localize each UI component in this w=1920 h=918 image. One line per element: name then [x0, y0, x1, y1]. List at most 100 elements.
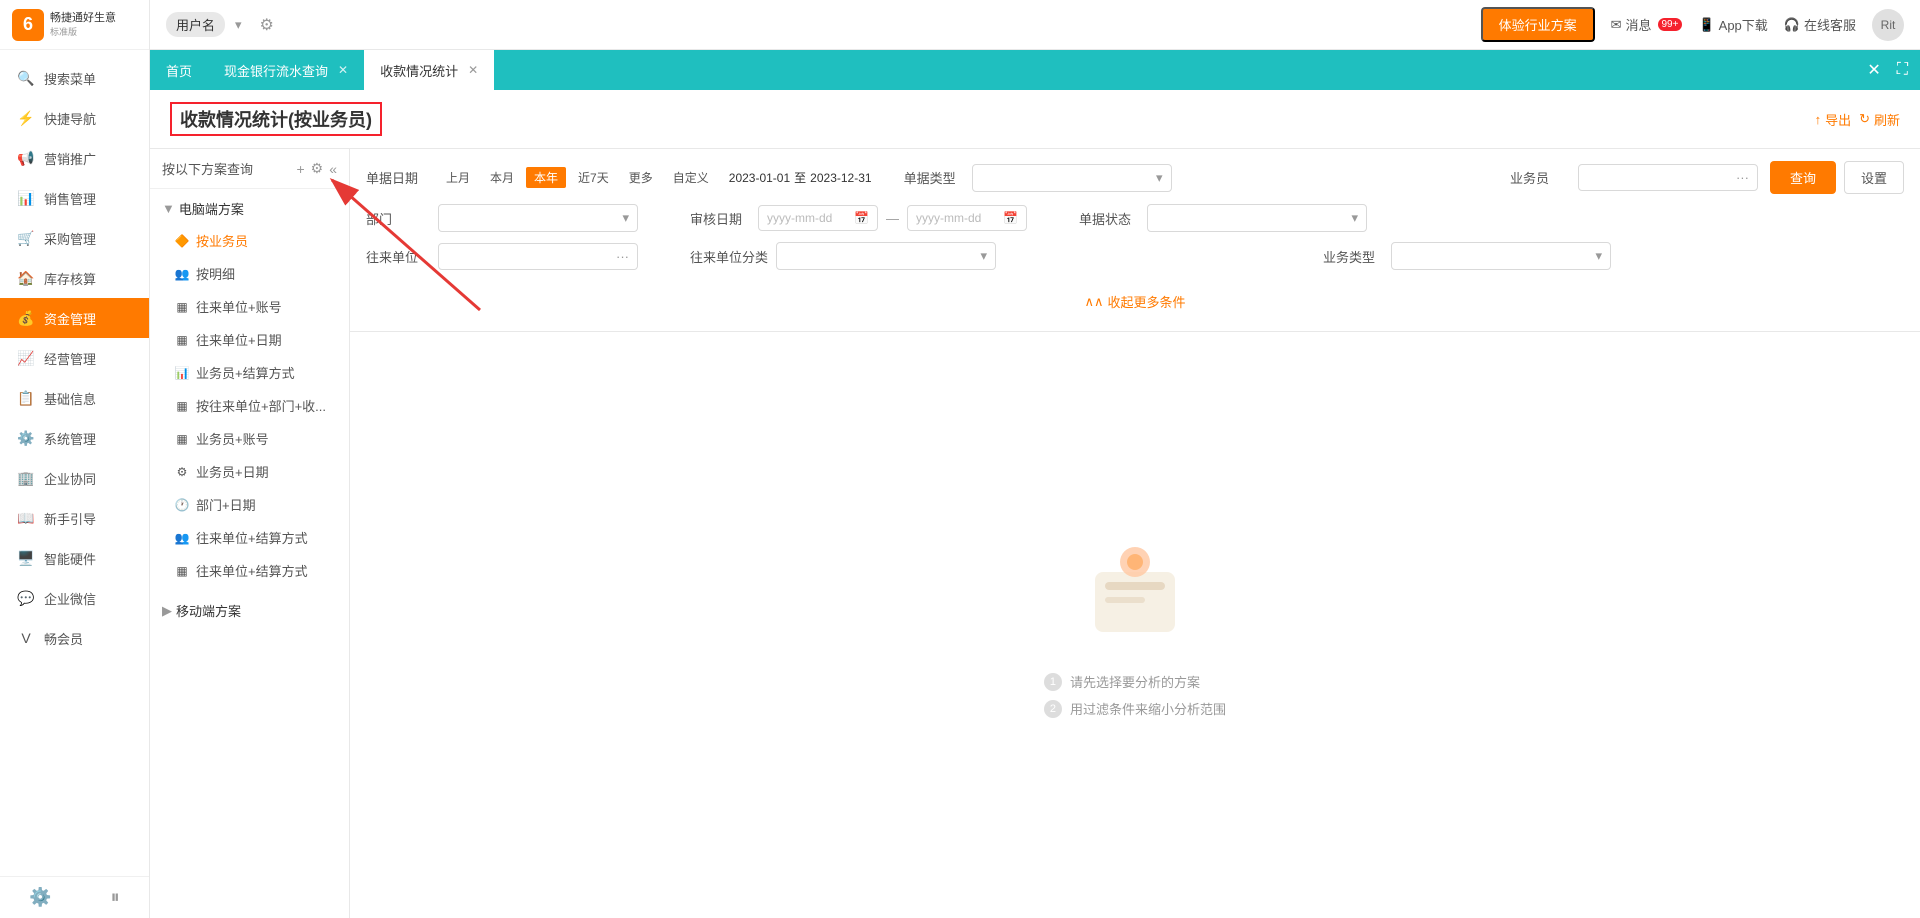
scheme-item-salesman-date[interactable]: ⚙ 业务员+日期 [150, 455, 349, 488]
tab-close-all[interactable]: ✕ [1863, 56, 1884, 84]
user-avatar[interactable]: Rit [1872, 9, 1904, 41]
voucher-type-field: 单据类型 ▾ [904, 164, 1498, 192]
tab-close-payment-stats[interactable]: ✕ [468, 63, 478, 77]
app-name: 畅捷通好生意 [50, 11, 116, 25]
scheme-item-partner-account[interactable]: ▦ 往来单位+账号 [150, 290, 349, 323]
sidebar-item-inventory[interactable]: 🏠 库存核算 [0, 258, 149, 298]
tip-number-2: 2 [1044, 700, 1062, 718]
collapse-panel-icon[interactable]: « [329, 161, 337, 177]
query-button[interactable]: 查询 [1770, 161, 1836, 194]
collapse-btn[interactable]: ∧∧ 收起更多条件 [1076, 284, 1193, 319]
chevron-down-icon: ▾ [1595, 248, 1602, 264]
scheme-item-salesman-settlement[interactable]: 📊 业务员+结算方式 [150, 356, 349, 389]
online-service-btn[interactable]: 🎧 在线客服 [1784, 15, 1856, 34]
scheme-item-partner-dept-recv[interactable]: ▦ 按往来单位+部门+收... [150, 389, 349, 422]
message-badge: 99+ [1658, 18, 1683, 31]
scheme-icon: ▦ [174, 431, 190, 447]
sidebar-item-hardware[interactable]: 🖥️ 智能硬件 [0, 538, 149, 578]
query-row-2: 部门 ▾ 审核日期 yyyy-mm-dd 📅 — [366, 204, 1904, 232]
partner-classification-select[interactable]: ▾ [776, 242, 996, 270]
add-scheme-icon[interactable]: + [296, 161, 304, 177]
partner-select[interactable]: ··· [438, 243, 638, 270]
sidebar-item-vip[interactable]: V 畅会员 [0, 618, 149, 658]
system-icon: ⚙️ [16, 428, 36, 448]
scheme-group-mobile-title[interactable]: ▶ 移动端方案 [150, 595, 349, 626]
sidebar-item-label: 智能硬件 [44, 549, 96, 568]
trial-button[interactable]: 体验行业方案 [1481, 7, 1595, 42]
business-type-select[interactable]: ▾ [1391, 242, 1611, 270]
date-tab-custom[interactable]: 自定义 [665, 167, 717, 188]
scheme-item-partner-settlement1[interactable]: 👥 往来单位+结算方式 [150, 521, 349, 554]
collapse-sidebar-icon[interactable]: ⏸ [111, 887, 120, 908]
scheme-group-desktop-title[interactable]: ▼ 电脑端方案 [150, 193, 349, 224]
partner-label: 往来单位 [366, 247, 426, 266]
scheme-item-partner-settlement2[interactable]: ▦ 往来单位+结算方式 [150, 554, 349, 587]
sidebar-item-label: 系统管理 [44, 429, 96, 448]
settings-bottom-icon[interactable]: ⚙️ [29, 887, 51, 908]
sidebar-item-label: 经营管理 [44, 349, 96, 368]
chevron-down-icon: ▾ [1156, 170, 1163, 186]
settings-button[interactable]: 设置 [1844, 161, 1904, 194]
date-tab-7days[interactable]: 近7天 [570, 167, 617, 188]
salesman-select[interactable]: ··· [1578, 164, 1758, 191]
query-row-3: 往来单位 ··· 往来单位分类 ▾ [366, 242, 1904, 270]
right-panel: 单据日期 上月 本月 本年 近7天 更多 自定义 2023-01-01 至 [350, 149, 1920, 918]
scheme-icon: ▦ [174, 563, 190, 579]
tab-maximize[interactable]: ⛶ [1893, 57, 1912, 83]
scheme-item-by-salesman[interactable]: 🔶 按业务员 [150, 224, 349, 257]
quicknav-icon: ⚡ [16, 108, 36, 128]
app-download-btn[interactable]: 📱 App下载 [1698, 15, 1767, 34]
scheme-item-dept-date[interactable]: 🕐 部门+日期 [150, 488, 349, 521]
date-tab-this-month[interactable]: 本月 [482, 167, 522, 188]
sidebar-item-label: 基础信息 [44, 389, 96, 408]
scheme-settings-icon[interactable]: ⚙ [311, 160, 324, 177]
sidebar-item-sales[interactable]: 📊 销售管理 [0, 178, 149, 218]
date-tab-more[interactable]: 更多 [621, 167, 661, 188]
scheme-item-partner-date[interactable]: ▦ 往来单位+日期 [150, 323, 349, 356]
department-select[interactable]: ▾ [438, 204, 638, 232]
refresh-btn[interactable]: ↻ 刷新 [1859, 110, 1900, 129]
voucher-type-select[interactable]: ▾ [972, 164, 1172, 192]
export-btn[interactable]: ↑ 导出 [1815, 110, 1852, 129]
sidebar-item-operation[interactable]: 📈 经营管理 [0, 338, 149, 378]
sidebar-item-guide[interactable]: 📖 新手引导 [0, 498, 149, 538]
empty-state: 1 请先选择要分析的方案 2 用过滤条件来缩小分析范围 [350, 332, 1920, 918]
scheme-item-salesman-account[interactable]: ▦ 业务员+账号 [150, 422, 349, 455]
message-btn[interactable]: ✉ 消息 99+ [1611, 15, 1683, 34]
tab-bank-flow[interactable]: 现金银行流水查询 ✕ [208, 50, 364, 90]
sidebar-item-basic-info[interactable]: 📋 基础信息 [0, 378, 149, 418]
date-tabs: 上月 本月 本年 近7天 更多 自定义 [438, 167, 717, 188]
empty-tip-1: 1 请先选择要分析的方案 [1044, 672, 1226, 691]
sidebar-item-purchase[interactable]: 🛒 采购管理 [0, 218, 149, 258]
review-date-end[interactable]: yyyy-mm-dd 📅 [907, 205, 1027, 231]
sidebar-item-system[interactable]: ⚙️ 系统管理 [0, 418, 149, 458]
sidebar-item-wechat[interactable]: 💬 企业微信 [0, 578, 149, 618]
sidebar-item-quick-nav[interactable]: ⚡ 快捷导航 [0, 98, 149, 138]
scheme-icon: ▦ [174, 398, 190, 414]
sidebar-item-label: 营销推广 [44, 149, 96, 168]
scheme-icon: ⚙ [174, 464, 190, 480]
collapse-area: ∧∧ 收起更多条件 [366, 280, 1904, 319]
date-tab-last-month[interactable]: 上月 [438, 167, 478, 188]
sidebar-item-search[interactable]: 🔍 搜索菜单 [0, 58, 149, 98]
dropdown-icon[interactable]: ▾ [235, 17, 242, 33]
sidebar: 6 畅捷通好生意 标准版 🔍 搜索菜单 ⚡ 快捷导航 📢 营销推广 📊 销售管理… [0, 0, 150, 918]
salesman-field: 业务员 ··· [1510, 164, 1758, 191]
topbar-settings-icon[interactable]: ⚙ [260, 15, 274, 35]
query-actions: 查询 设置 [1770, 161, 1904, 194]
scheme-item-detail[interactable]: 👥 按明细 [150, 257, 349, 290]
tab-payment-stats[interactable]: 收款情况统计 ✕ [364, 50, 494, 90]
sidebar-item-enterprise[interactable]: 🏢 企业协同 [0, 458, 149, 498]
voucher-status-select[interactable]: ▾ [1147, 204, 1367, 232]
sidebar-item-finance[interactable]: 💰 资金管理 [0, 298, 149, 338]
tab-home[interactable]: 首页 [150, 50, 208, 90]
inventory-icon: 🏠 [16, 268, 36, 288]
date-tab-this-year[interactable]: 本年 [526, 167, 566, 188]
review-date-start[interactable]: yyyy-mm-dd 📅 [758, 205, 878, 231]
content-body: 按以下方案查询 + ⚙ « ▼ 电脑端方案 🔶 按业务员 [150, 149, 1920, 918]
tabbar: 首页 现金银行流水查询 ✕ 收款情况统计 ✕ ✕ ⛶ [150, 50, 1920, 90]
date-end: 2023-12-31 [810, 171, 871, 185]
sidebar-item-marketing[interactable]: 📢 营销推广 [0, 138, 149, 178]
tab-close-bank-flow[interactable]: ✕ [338, 63, 348, 77]
scheme-icon: 📊 [174, 365, 190, 381]
